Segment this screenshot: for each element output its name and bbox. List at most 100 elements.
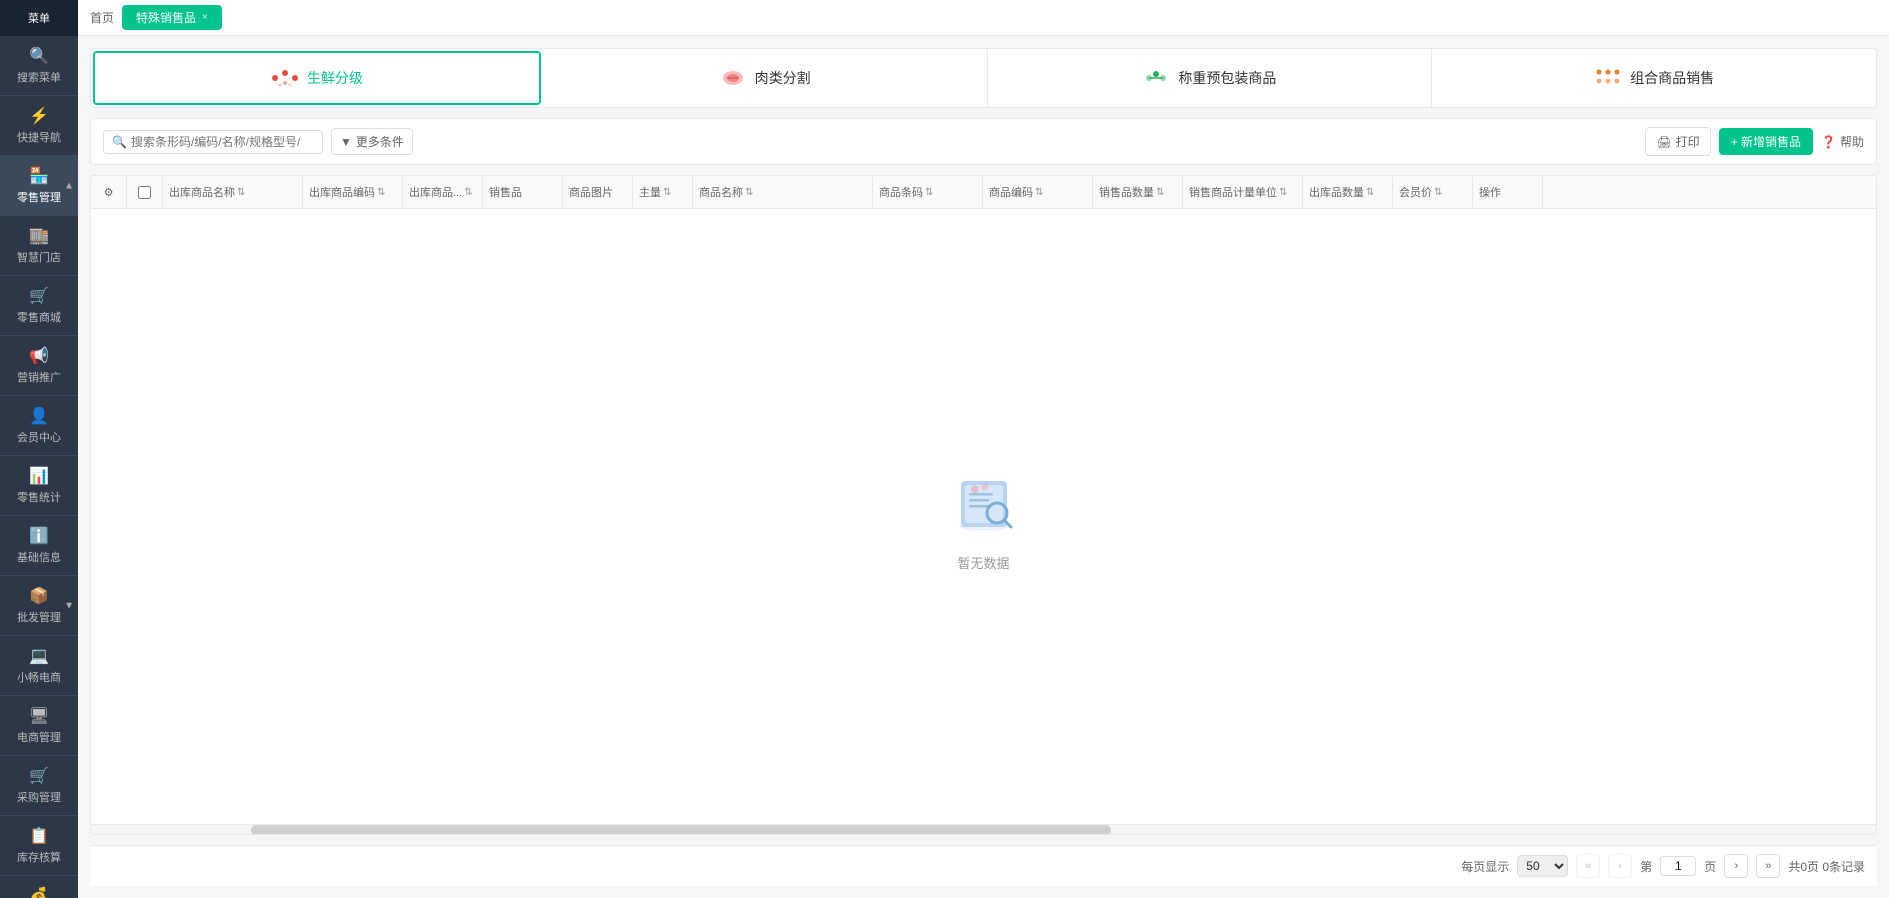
- th-out-name: 出库商品名称 ⇅: [163, 176, 303, 208]
- main-content: 首页 特殊销售品 × 生鲜分级: [78, 0, 1889, 898]
- sort-icon-4[interactable]: ⇅: [663, 187, 671, 198]
- sidebar-item-basic-info[interactable]: ℹ️ 基础信息: [0, 516, 78, 576]
- th-out-qty: 出库品数量 ⇅: [1303, 176, 1393, 208]
- help-button[interactable]: ❓ 帮助: [1821, 133, 1864, 150]
- tab-meat-cut[interactable]: 肉类分割: [543, 49, 988, 107]
- toolbar-left: 🔍 ▼ 更多条件: [103, 128, 413, 155]
- tab-meat-cut-label: 肉类分割: [755, 68, 811, 88]
- home-tab[interactable]: 首页: [90, 9, 114, 26]
- help-icon: ❓: [1821, 135, 1836, 149]
- tab-weigh-pack-label: 称重预包装商品: [1178, 68, 1276, 88]
- page-label: 第: [1640, 858, 1652, 875]
- sidebar-item-retail-mgmt[interactable]: 🏪 零售管理 ▲: [0, 156, 78, 216]
- select-all-checkbox[interactable]: [138, 186, 151, 199]
- sidebar-item-wholesale-mgmt[interactable]: 📦 批发管理 ▼: [0, 576, 78, 636]
- member-center-icon: 👤: [29, 406, 49, 426]
- sort-icon-7[interactable]: ⇅: [1035, 187, 1043, 198]
- print-icon: 🖨: [1656, 135, 1671, 149]
- ecom-mgmt-icon: 🖥: [29, 706, 49, 726]
- basic-info-icon: ℹ️: [29, 526, 49, 546]
- sort-icon-11[interactable]: ⇅: [1434, 187, 1442, 198]
- sort-icon-3[interactable]: ⇅: [464, 187, 472, 198]
- th-settings[interactable]: ⚙: [91, 176, 127, 208]
- th-out-qty-label: 出库品数量: [1309, 184, 1364, 200]
- sidebar-item-purchase-mgmt[interactable]: 🛒 采购管理: [0, 756, 78, 816]
- tab-combo-sale-label: 组合商品销售: [1630, 68, 1714, 88]
- weigh-pack-icon: [1142, 67, 1170, 89]
- first-page-icon: «: [1585, 860, 1591, 872]
- horizontal-scrollbar[interactable]: [91, 824, 1876, 834]
- th-out-code-label: 出库商品编码: [309, 184, 375, 200]
- category-tabs: 生鲜分级 肉类分割 称重预包装商品: [90, 48, 1877, 108]
- th-img: 商品图片: [563, 176, 633, 208]
- retail-stats-icon: 📊: [29, 466, 49, 486]
- last-page-button[interactable]: »: [1756, 854, 1780, 878]
- sidebar-item-member-center[interactable]: 👤 会员中心: [0, 396, 78, 456]
- sidebar-item-search-menu[interactable]: 🔍 搜索菜单: [0, 36, 78, 96]
- search-box[interactable]: 🔍: [103, 130, 323, 154]
- th-sale-qty-label: 销售品数量: [1099, 184, 1154, 200]
- active-tab[interactable]: 特殊销售品 ×: [122, 5, 222, 30]
- search-input[interactable]: [131, 135, 301, 149]
- sidebar-item-label: 电商管理: [17, 729, 61, 745]
- sidebar-item-smart-store[interactable]: 🏬 智慧门店: [0, 216, 78, 276]
- th-sale-unit: 销售商品计量单位 ⇅: [1183, 176, 1303, 208]
- page-suffix-label: 页: [1704, 858, 1716, 875]
- sort-icon-6[interactable]: ⇅: [925, 187, 933, 198]
- search-menu-icon: 🔍: [29, 46, 49, 66]
- th-prod-name-label: 商品名称: [699, 184, 743, 200]
- th-out-code: 出库商品编码 ⇅: [303, 176, 403, 208]
- prev-page-button[interactable]: ‹: [1608, 854, 1632, 878]
- tab-combo-sale[interactable]: 组合商品销售: [1432, 49, 1876, 107]
- page-size-label: 每页显示: [1461, 858, 1509, 875]
- sidebar-item-mini-ecom[interactable]: 💻 小畅电商: [0, 636, 78, 696]
- sidebar-item-ecom-mgmt[interactable]: 🖥 电商管理: [0, 696, 78, 756]
- tab-weigh-pack[interactable]: 称重预包装商品: [988, 49, 1433, 107]
- th-main-weight-label: 主量: [639, 184, 661, 200]
- sort-icon-5[interactable]: ⇅: [745, 187, 753, 198]
- sort-icon-9[interactable]: ⇅: [1279, 187, 1287, 198]
- smart-store-icon: 🏬: [29, 226, 49, 246]
- empty-state: 暂无数据: [91, 209, 1876, 824]
- th-out-spec: 出库商品... ⇅: [403, 176, 483, 208]
- th-out-name-label: 出库商品名称: [169, 184, 235, 200]
- help-label: 帮助: [1840, 133, 1864, 150]
- sidebar-item-retail-stats[interactable]: 📊 零售统计: [0, 456, 78, 516]
- sales-promo-icon: 📢: [29, 346, 49, 366]
- sort-icon-10[interactable]: ⇅: [1366, 187, 1374, 198]
- sidebar-item-sales-promo[interactable]: 📢 营销推广: [0, 336, 78, 396]
- th-img-label: 商品图片: [569, 184, 613, 200]
- meat-cut-icon: [719, 67, 747, 89]
- scrollbar-thumb[interactable]: [251, 825, 1111, 835]
- sidebar-item-label: 批发管理: [17, 609, 61, 625]
- sidebar-item-retail-mall[interactable]: 🛒 零售商城: [0, 276, 78, 336]
- sidebar-item-finance[interactable]: 💰 资金管理: [0, 876, 78, 898]
- sidebar-item-label: 会员中心: [17, 429, 61, 445]
- print-label: 打印: [1676, 133, 1700, 150]
- sidebar-item-quick-nav[interactable]: ⚡ 快捷导航: [0, 96, 78, 156]
- quick-nav-icon: ⚡: [29, 106, 49, 126]
- page-input[interactable]: [1660, 856, 1696, 876]
- purchase-mgmt-icon: 🛒: [29, 766, 49, 786]
- sort-icon[interactable]: ⇅: [237, 187, 245, 198]
- close-tab-button[interactable]: ×: [202, 12, 208, 23]
- th-prod-code: 商品编码 ⇅: [983, 176, 1093, 208]
- add-sales-item-button[interactable]: + 新增销售品: [1719, 128, 1813, 155]
- page-size-select[interactable]: 50 10 20 100: [1517, 855, 1568, 877]
- sidebar-item-label: 零售管理: [17, 189, 61, 205]
- sidebar-item-label: 库存核算: [17, 849, 61, 865]
- topbar: 首页 特殊销售品 ×: [78, 0, 1889, 36]
- tab-fresh-grade[interactable]: 生鲜分级: [93, 51, 541, 105]
- next-page-button[interactable]: ›: [1724, 854, 1748, 878]
- sidebar-item-label: 小畅电商: [17, 669, 61, 685]
- filter-button[interactable]: ▼ 更多条件: [331, 128, 413, 155]
- sidebar-item-inventory[interactable]: 📋 库存核算: [0, 816, 78, 876]
- collapse-icon: ▲: [64, 180, 74, 191]
- tab-fresh-grade-label: 生鲜分级: [307, 68, 363, 88]
- print-button[interactable]: 🖨 打印: [1645, 127, 1710, 156]
- th-checkbox[interactable]: [127, 176, 163, 208]
- logo-text: 菜单: [28, 10, 50, 26]
- sort-icon-8[interactable]: ⇅: [1156, 187, 1164, 198]
- first-page-button[interactable]: «: [1576, 854, 1600, 878]
- sort-icon-2[interactable]: ⇅: [377, 187, 385, 198]
